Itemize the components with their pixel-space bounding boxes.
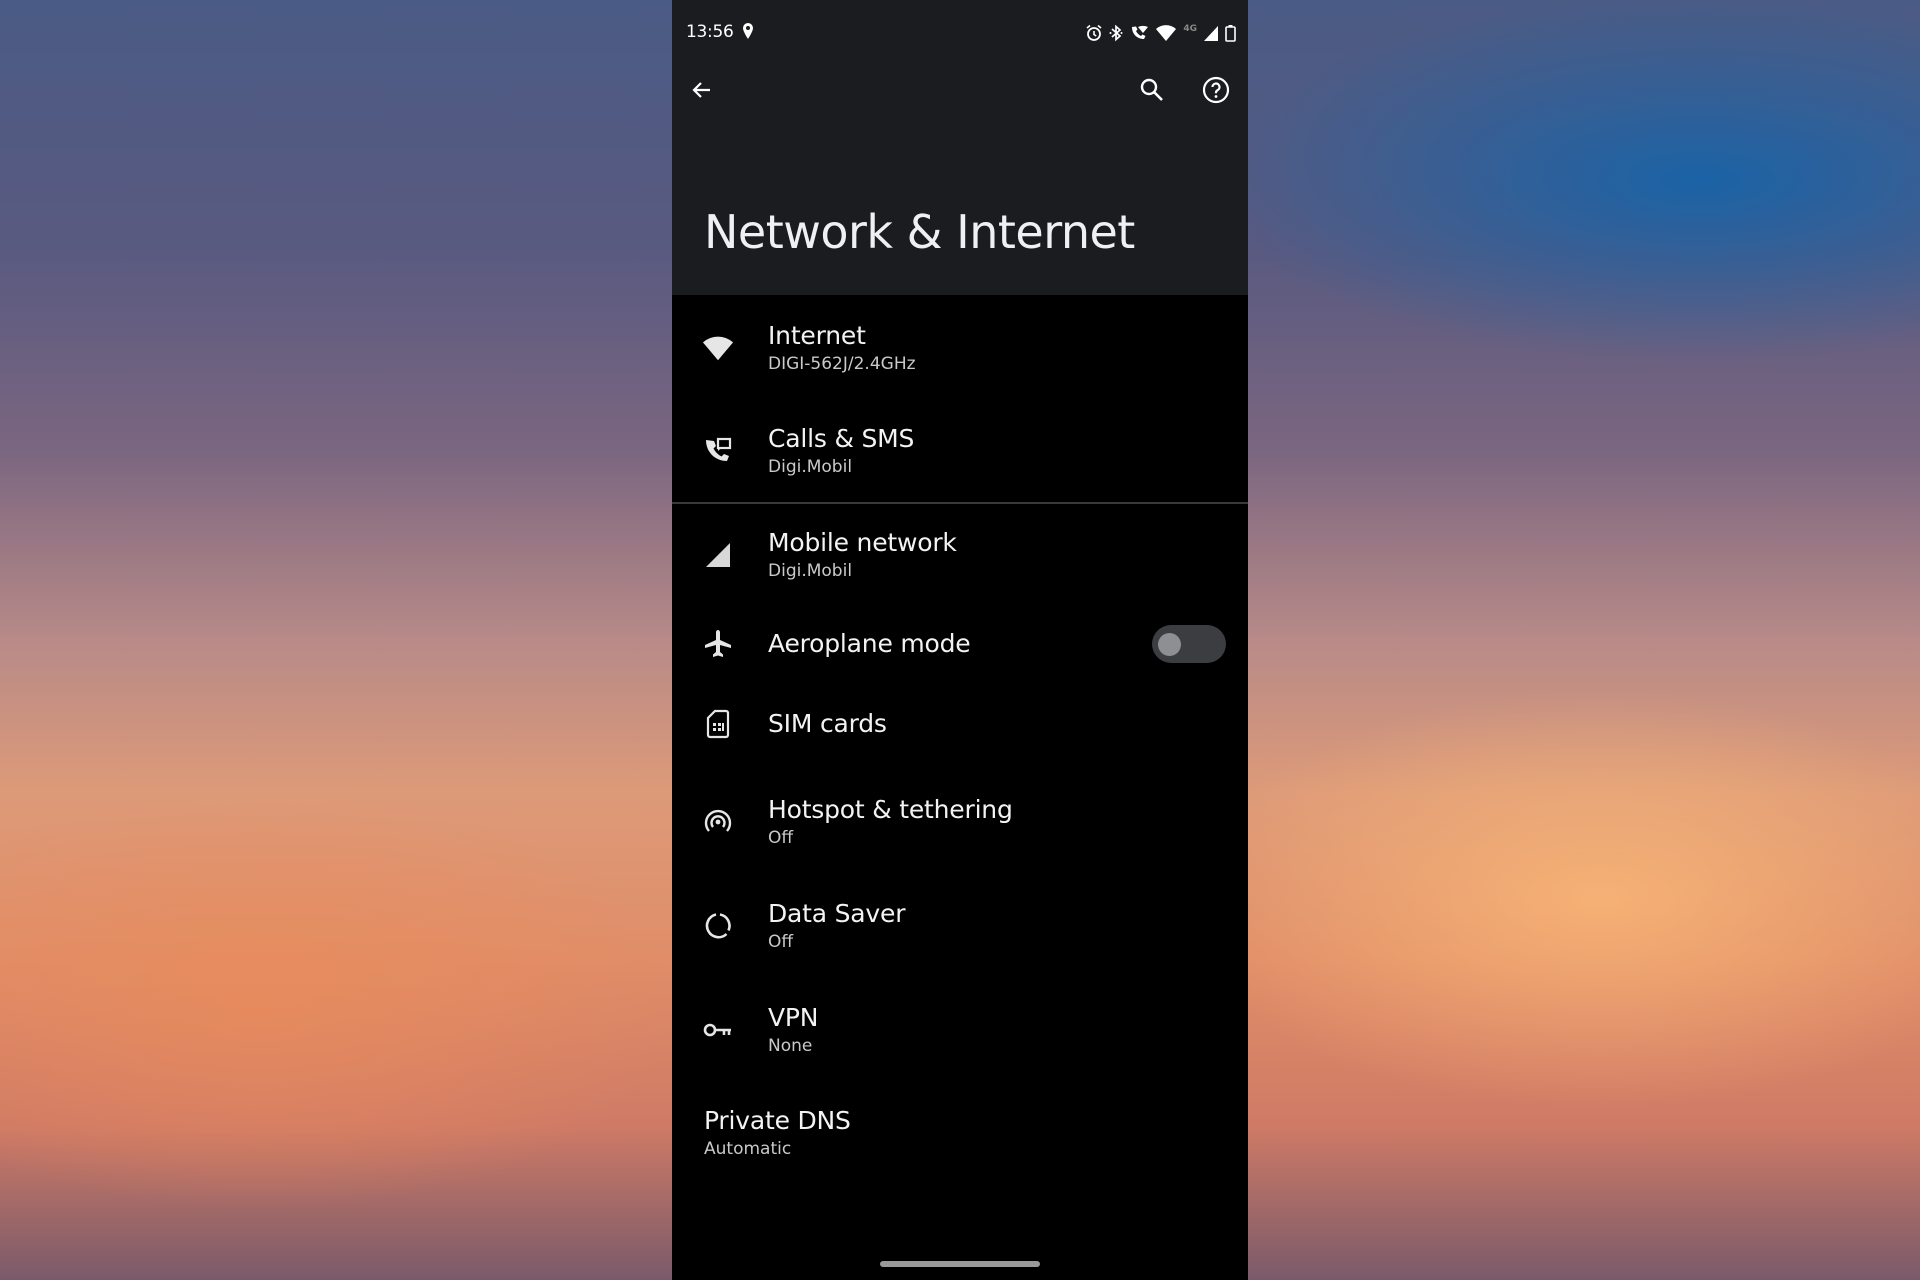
toggle-thumb	[1158, 633, 1181, 656]
page-title: Network & Internet	[704, 205, 1135, 259]
item-label: Hotspot & tethering	[768, 795, 1013, 824]
aeroplane-mode-item[interactable]: Aeroplane mode	[672, 611, 1248, 677]
home-gesture-bar[interactable]	[880, 1261, 1040, 1267]
toolbar	[672, 66, 1248, 122]
item-label: SIM cards	[768, 709, 887, 738]
wifi-icon	[702, 332, 734, 364]
item-summary: Off	[768, 932, 794, 952]
phone-screen: 13:56 4G Network & Internet Internet DIG…	[672, 0, 1248, 1280]
item-summary: Off	[768, 828, 794, 848]
location-icon	[742, 22, 754, 44]
item-summary: Digi.Mobil	[768, 561, 853, 581]
internet-item[interactable]: Internet DIGI-562J/2.4GHz	[672, 310, 1248, 386]
item-label: Aeroplane mode	[768, 629, 971, 658]
arrow-left-icon	[690, 78, 714, 106]
help-icon	[1202, 76, 1230, 108]
item-summary: Digi.Mobil	[768, 457, 853, 477]
item-label: Private DNS	[704, 1106, 851, 1135]
hotspot-icon	[702, 806, 734, 838]
vpn-item[interactable]: VPN None	[672, 992, 1248, 1068]
bluetooth-icon	[1109, 24, 1123, 42]
data-saver-item[interactable]: Data Saver Off	[672, 888, 1248, 964]
app-bar: 13:56 4G Network & Internet	[672, 0, 1248, 295]
wifi-icon	[1155, 24, 1177, 42]
sim-cards-item[interactable]: SIM cards	[672, 692, 1248, 756]
item-summary: Automatic	[704, 1139, 792, 1159]
aeroplane-mode-toggle[interactable]	[1152, 625, 1226, 663]
item-label: Calls & SMS	[768, 424, 915, 453]
private-dns-item[interactable]: Private DNS Automatic	[672, 1095, 1248, 1171]
item-label: Mobile network	[768, 528, 957, 557]
wifi-calling-icon	[1129, 24, 1149, 42]
section-divider	[672, 502, 1248, 504]
search-button[interactable]	[1130, 70, 1174, 114]
cell-signal-icon	[702, 539, 734, 571]
calls-sms-item[interactable]: Calls & SMS Digi.Mobil	[672, 413, 1248, 489]
phone-message-icon	[702, 435, 734, 467]
item-label: Internet	[768, 321, 866, 350]
search-icon	[1139, 77, 1165, 107]
item-label: Data Saver	[768, 899, 906, 928]
key-icon	[702, 1014, 734, 1046]
status-bar: 13:56 4G	[672, 0, 1248, 66]
item-summary: None	[768, 1036, 813, 1056]
back-button[interactable]	[680, 70, 724, 114]
status-time: 13:56	[686, 22, 734, 42]
battery-icon	[1225, 24, 1236, 42]
status-icons: 4G	[1085, 22, 1236, 44]
sim-card-icon	[702, 708, 734, 740]
network-type-label: 4G	[1183, 24, 1197, 34]
help-button[interactable]	[1194, 70, 1238, 114]
airplane-icon	[702, 628, 734, 660]
item-label: VPN	[768, 1003, 819, 1032]
hotspot-tethering-item[interactable]: Hotspot & tethering Off	[672, 784, 1248, 860]
alarm-icon	[1085, 24, 1103, 42]
cell-signal-icon	[1203, 24, 1219, 42]
item-summary: DIGI-562J/2.4GHz	[768, 354, 916, 374]
data-saver-icon	[702, 910, 734, 942]
mobile-network-item[interactable]: Mobile network Digi.Mobil	[672, 517, 1248, 593]
